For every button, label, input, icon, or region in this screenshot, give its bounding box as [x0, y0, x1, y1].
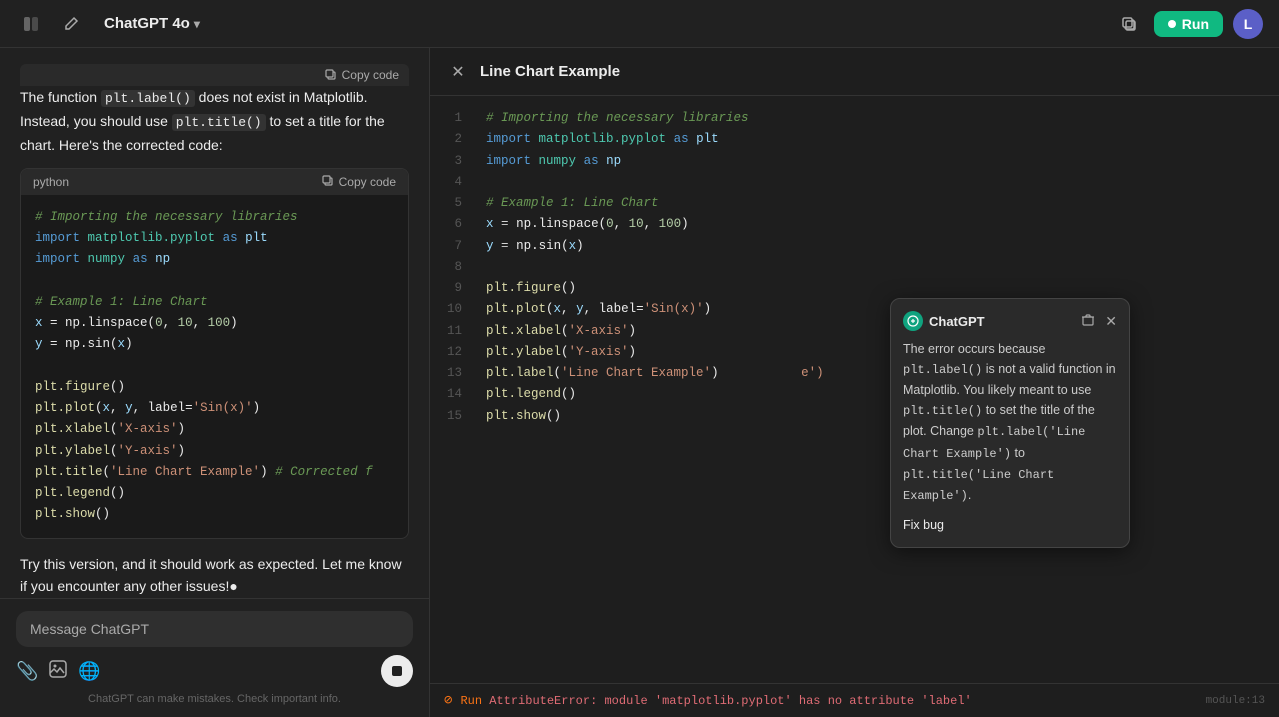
editor-title-bar: ✕ Line Chart Example	[430, 48, 1279, 96]
top-bar-left: ChatGPT 4o ▾	[16, 9, 446, 39]
top-bar-right: Run L	[1114, 9, 1263, 39]
assistant-explanation: The function plt.label() does not exist …	[20, 86, 409, 156]
editor-line-11: plt.xlabel('X-axis')	[486, 321, 1263, 342]
editor-line-5: # Example 1: Line Chart	[486, 193, 1263, 214]
stop-button[interactable]	[381, 655, 413, 687]
run-dot-icon	[1168, 20, 1176, 28]
code-line-7: y = np.sin(x)	[35, 334, 394, 355]
popup-logo: ChatGPT	[903, 311, 985, 331]
model-name: ChatGPT 4o	[104, 15, 190, 32]
code-line-4	[35, 271, 394, 292]
code-line-15: plt.show()	[35, 504, 394, 525]
chat-panel: Copy code The function plt.label() does …	[0, 48, 430, 717]
editor-line-7: y = np.sin(x)	[486, 236, 1263, 257]
run-button[interactable]: Run	[1154, 11, 1223, 37]
code-line-1: # Importing the necessary libraries	[35, 207, 394, 228]
top-bar: ChatGPT 4o ▾ Run L	[0, 0, 1279, 48]
popup-header: ChatGPT ✕	[903, 311, 1117, 331]
copy-window-button[interactable]	[1114, 9, 1144, 39]
code-lang: python	[33, 175, 69, 189]
editor-content: 1 2 3 4 5 6 7 8 9 10 11 12 13 14 15 # Im…	[430, 96, 1279, 717]
chat-messages: Copy code The function plt.label() does …	[0, 48, 429, 598]
editor-line-14: plt.legend()	[486, 384, 1263, 405]
code-line-5: # Example 1: Line Chart	[35, 292, 394, 313]
error-text: Run AttributeError: module 'matplotlib.p…	[460, 694, 1197, 708]
code-line-9: plt.figure()	[35, 377, 394, 398]
line-numbers: 1 2 3 4 5 6 7 8 9 10 11 12 13 14 15	[430, 96, 470, 717]
code-line-14: plt.legend()	[35, 483, 394, 504]
avatar-initial: L	[1244, 16, 1253, 32]
code-content: # Importing the necessary libraries impo…	[21, 195, 408, 538]
popup-body: The error occurs because plt.label() is …	[903, 339, 1117, 506]
code-line-3: import numpy as np	[35, 249, 394, 270]
editor-line-8	[486, 257, 1263, 278]
code-copy-button[interactable]: Copy code	[322, 175, 396, 189]
editor-line-6: x = np.linspace(0, 10, 100)	[486, 214, 1263, 235]
intro-code-2: plt.title()	[172, 114, 266, 131]
editor-panel: ✕ Line Chart Example 1 2 3 4 5 6 7 8 9 1…	[430, 48, 1279, 717]
chevron-down-icon: ▾	[194, 17, 200, 31]
image-icon[interactable]	[48, 659, 68, 684]
top-copy-code-label: Copy code	[342, 68, 399, 82]
editor-line-10: plt.plot(x, y, label='Sin(x)')	[486, 299, 1263, 320]
intro-text-1: The function	[20, 89, 101, 105]
chat-input-icons: 📎 🌐	[16, 655, 413, 687]
error-icon: ⊘	[444, 692, 452, 709]
error-run-prefix: Run	[460, 694, 482, 708]
chatgpt-logo-icon	[903, 311, 923, 331]
fix-bug-button[interactable]: Fix bug	[903, 516, 944, 535]
editor-title: Line Chart Example	[480, 63, 620, 80]
code-line-8	[35, 356, 394, 377]
editor-line-1: # Importing the necessary libraries	[486, 108, 1263, 129]
bottom-text-content: Try this version, and it should work as …	[20, 556, 402, 594]
editor-line-12: plt.ylabel('Y-axis')	[486, 342, 1263, 363]
code-block: python Copy code # Importing the necessa…	[20, 168, 409, 539]
chatgpt-popup: ChatGPT ✕ The error occurs because plt.l…	[890, 298, 1130, 548]
code-block-header: python Copy code	[21, 169, 408, 195]
chat-input-area: Message ChatGPT 📎 🌐	[0, 598, 429, 717]
main-layout: Copy code The function plt.label() does …	[0, 48, 1279, 717]
input-placeholder: Message ChatGPT	[30, 621, 149, 637]
chat-input-box: Message ChatGPT	[16, 611, 413, 647]
code-line-12: plt.ylabel('Y-axis')	[35, 441, 394, 462]
popup-trash-button[interactable]	[1081, 313, 1095, 330]
code-line-10: plt.plot(x, y, label='Sin(x)')	[35, 398, 394, 419]
popup-body-text: The error occurs because plt.label() is …	[903, 342, 1116, 502]
avatar[interactable]: L	[1233, 9, 1263, 39]
attach-icon[interactable]: 📎	[16, 661, 38, 682]
top-copy-code-button[interactable]: Copy code	[325, 68, 399, 82]
top-copy-code-bar: Copy code	[20, 64, 409, 86]
popup-logo-text: ChatGPT	[929, 314, 985, 329]
popup-close-button[interactable]: ✕	[1105, 313, 1117, 330]
globe-icon[interactable]: 🌐	[78, 661, 100, 682]
editor-line-13: plt.label('Line Chart Example') e')	[486, 363, 1263, 384]
code-line-13: plt.title('Line Chart Example') # Correc…	[35, 462, 394, 483]
model-selector[interactable]: ChatGPT 4o ▾	[96, 11, 208, 36]
editor-line-4	[486, 172, 1263, 193]
code-line-2: import matplotlib.pyplot as plt	[35, 228, 394, 249]
editor-close-button[interactable]: ✕	[446, 60, 470, 84]
editor-code[interactable]: # Importing the necessary libraries impo…	[470, 96, 1279, 717]
disclaimer-text: ChatGPT can make mistakes. Check importa…	[88, 693, 341, 705]
error-location: module:13	[1206, 695, 1265, 707]
edit-button[interactable]	[56, 9, 86, 39]
sidebar-toggle-button[interactable]	[16, 9, 46, 39]
editor-line-3: import numpy as np	[486, 151, 1263, 172]
copy-code-label: Copy code	[339, 175, 396, 189]
run-label: Run	[1182, 16, 1209, 32]
editor-line-15: plt.show()	[486, 406, 1263, 427]
error-bar: ⊘ Run AttributeError: module 'matplotlib…	[430, 683, 1279, 717]
bottom-text: Try this version, and it should work as …	[20, 553, 409, 598]
disclaimer: ChatGPT can make mistakes. Check importa…	[16, 693, 413, 705]
code-line-6: x = np.linspace(0, 10, 100)	[35, 313, 394, 334]
intro-code-1: plt.label()	[101, 90, 195, 107]
editor-line-2: import matplotlib.pyplot as plt	[486, 129, 1263, 150]
fix-bug-label: Fix bug	[903, 518, 944, 532]
error-details: AttributeError: module 'matplotlib.pyplo…	[489, 694, 971, 708]
editor-line-9: plt.figure()	[486, 278, 1263, 299]
code-line-11: plt.xlabel('X-axis')	[35, 419, 394, 440]
